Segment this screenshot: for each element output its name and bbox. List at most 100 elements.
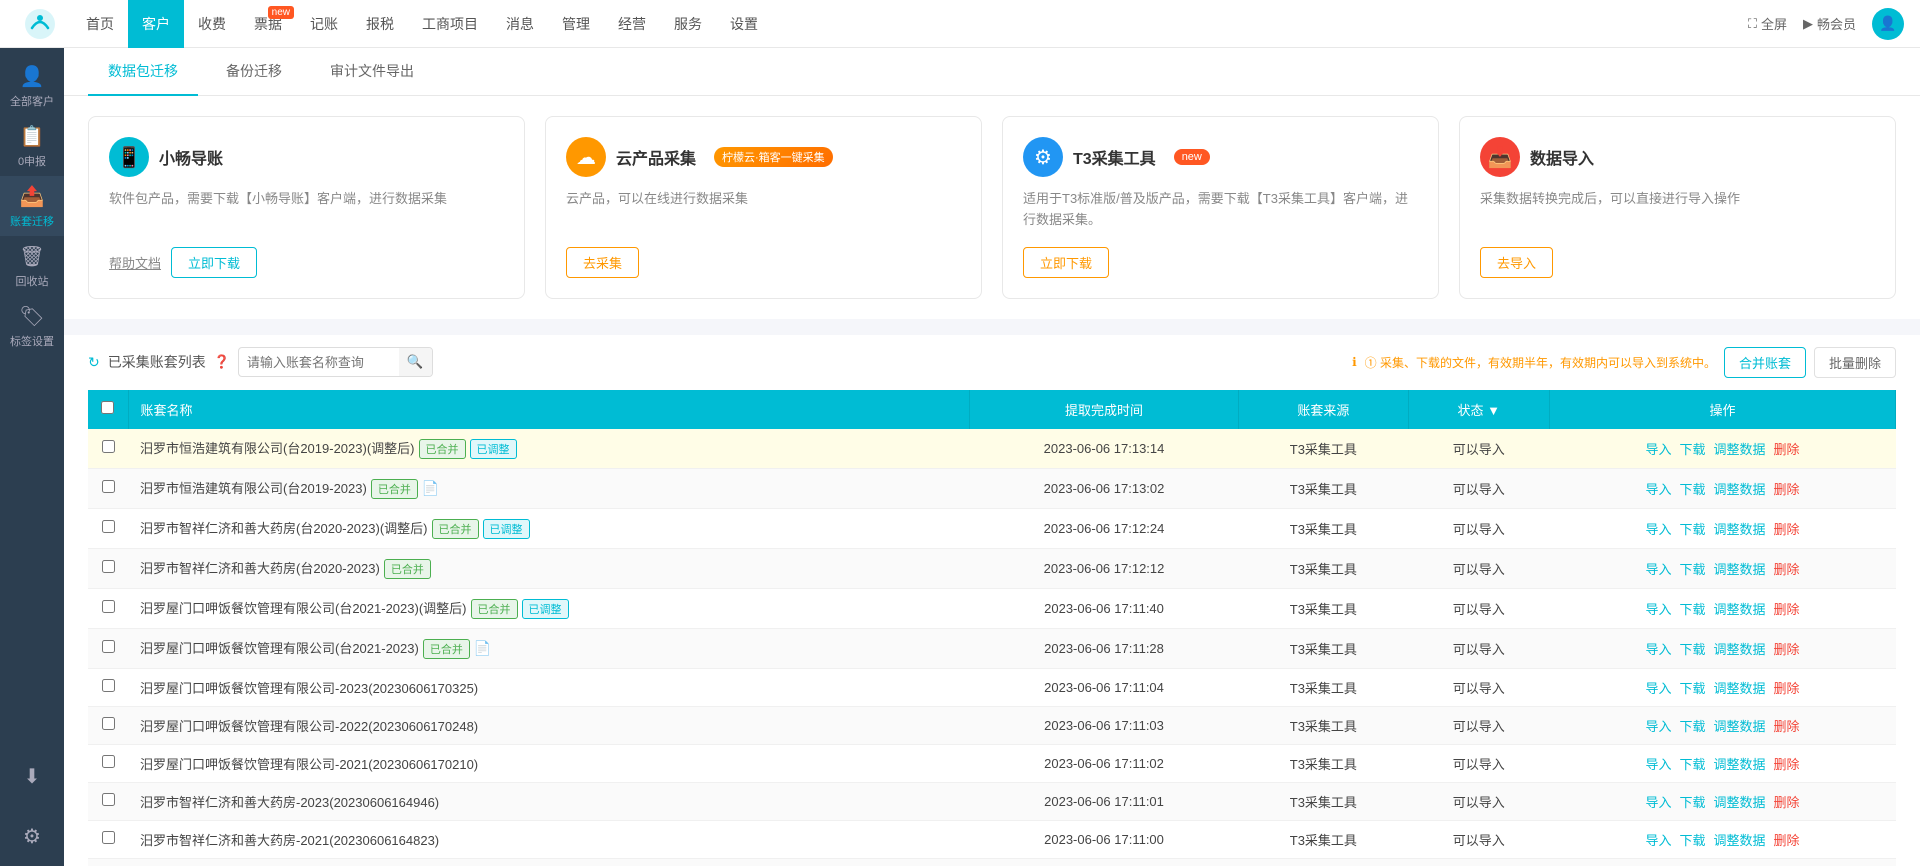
refresh-icon[interactable]: ↻ [88,354,100,371]
action-删除[interactable]: 删除 [1773,833,1799,848]
action-调整数据[interactable]: 调整数据 [1713,757,1765,772]
select-all-checkbox[interactable] [101,401,114,414]
row-badge: 已调整 [470,439,517,459]
tab-data-migrate[interactable]: 数据包迁移 [88,48,198,96]
action-删除[interactable]: 删除 [1773,522,1799,537]
action-调整数据[interactable]: 调整数据 [1713,522,1765,537]
row-checkbox[interactable] [102,717,115,730]
action-调整数据[interactable]: 调整数据 [1713,602,1765,617]
help-doc-link[interactable]: 帮助文档 [109,253,161,272]
nav-invoice[interactable]: 票据 new [240,0,296,48]
row-checkbox[interactable] [102,520,115,533]
action-调整数据[interactable]: 调整数据 [1713,795,1765,810]
fullscreen-btn[interactable]: ⛶ 全屏 [1748,14,1787,33]
action-调整数据[interactable]: 调整数据 [1713,442,1765,457]
action-删除[interactable]: 删除 [1773,442,1799,457]
nav-service[interactable]: 服务 [660,0,716,48]
action-导入[interactable]: 导入 [1645,642,1671,657]
row-time: 2023-06-06 17:12:12 [969,548,1238,588]
sidebar-item-all-customers[interactable]: 👤 全部客户 [0,56,64,116]
action-导入[interactable]: 导入 [1645,562,1671,577]
action-导入[interactable]: 导入 [1645,602,1671,617]
nav-business[interactable]: 工商项目 [408,0,492,48]
action-调整数据[interactable]: 调整数据 [1713,482,1765,497]
action-删除[interactable]: 删除 [1773,719,1799,734]
cards-section: 📱 小畅导账 软件包产品，需要下载【小畅导账】客户端，进行数据采集 帮助文档 立… [64,96,1920,319]
action-下载[interactable]: 下载 [1679,833,1705,848]
action-下载[interactable]: 下载 [1679,757,1705,772]
action-下载[interactable]: 下载 [1679,522,1705,537]
action-导入[interactable]: 导入 [1645,522,1671,537]
action-导入[interactable]: 导入 [1645,442,1671,457]
row-checkbox[interactable] [102,640,115,653]
nav-operation[interactable]: 经营 [604,0,660,48]
action-删除[interactable]: 删除 [1773,757,1799,772]
action-下载[interactable]: 下载 [1679,442,1705,457]
nav-customer[interactable]: 客户 [128,0,184,48]
batch-delete-btn[interactable]: 批量删除 [1814,347,1896,378]
account-migrate-icon: 📤 [20,184,45,209]
tab-audit-export[interactable]: 审计文件导出 [310,48,434,96]
action-调整数据[interactable]: 调整数据 [1713,833,1765,848]
action-删除[interactable]: 删除 [1773,562,1799,577]
row-checkbox[interactable] [102,600,115,613]
sidebar-item-recycle[interactable]: 🗑 回收站 [0,236,64,296]
list-header-left: ↻ 已采集账套列表 ❓ 🔍 [88,347,433,377]
action-下载[interactable]: 下载 [1679,681,1705,696]
action-删除[interactable]: 删除 [1773,482,1799,497]
collect-btn-yunproduct[interactable]: 去采集 [566,247,639,278]
avatar[interactable]: 👤 [1872,8,1904,40]
action-调整数据[interactable]: 调整数据 [1713,719,1765,734]
row-checkbox[interactable] [102,560,115,573]
action-调整数据[interactable]: 调整数据 [1713,681,1765,696]
action-导入[interactable]: 导入 [1645,681,1671,696]
tab-backup-migrate[interactable]: 备份迁移 [206,48,302,96]
action-导入[interactable]: 导入 [1645,757,1671,772]
action-调整数据[interactable]: 调整数据 [1713,562,1765,577]
action-下载[interactable]: 下载 [1679,602,1705,617]
row-checkbox[interactable] [102,831,115,844]
row-checkbox[interactable] [102,480,115,493]
action-下载[interactable]: 下载 [1679,719,1705,734]
row-checkbox-cell [88,668,128,706]
sidebar-item-zero-report[interactable]: 📋 0申报 [0,116,64,176]
row-checkbox-cell [88,429,128,469]
action-导入[interactable]: 导入 [1645,719,1671,734]
row-checkbox[interactable] [102,755,115,768]
nav-manage[interactable]: 管理 [548,0,604,48]
search-input[interactable] [239,355,399,370]
member-btn[interactable]: ▶ 畅会员 [1803,14,1856,33]
action-删除[interactable]: 删除 [1773,642,1799,657]
action-下载[interactable]: 下载 [1679,795,1705,810]
nav-home[interactable]: 首页 [72,0,128,48]
sidebar-item-download[interactable]: ⬇ [0,746,64,806]
sidebar-item-account-migrate[interactable]: 📤 账套迁移 [0,176,64,236]
nav-settings[interactable]: 设置 [716,0,772,48]
sidebar-item-settings[interactable]: ⚙ [0,806,64,866]
search-button[interactable]: 🔍 [399,347,432,377]
action-导入[interactable]: 导入 [1645,795,1671,810]
action-删除[interactable]: 删除 [1773,795,1799,810]
download-btn-xiaochangzhang[interactable]: 立即下载 [171,247,257,278]
nav-message[interactable]: 消息 [492,0,548,48]
action-调整数据[interactable]: 调整数据 [1713,642,1765,657]
row-name: 汨罗屋门口呷饭餐饮管理有限公司-2021(20230606170210) [128,744,969,782]
row-checkbox[interactable] [102,793,115,806]
import-btn-dataimport[interactable]: 去导入 [1480,247,1553,278]
nav-fee[interactable]: 收费 [184,0,240,48]
sidebar-item-tag-settings[interactable]: 🏷 标签设置 [0,296,64,356]
action-删除[interactable]: 删除 [1773,681,1799,696]
action-导入[interactable]: 导入 [1645,833,1671,848]
action-下载[interactable]: 下载 [1679,562,1705,577]
nav-bookkeeping[interactable]: 记账 [296,0,352,48]
nav-tax[interactable]: 报税 [352,0,408,48]
merge-btn[interactable]: 合并账套 [1724,347,1806,378]
action-删除[interactable]: 删除 [1773,602,1799,617]
action-下载[interactable]: 下载 [1679,482,1705,497]
action-下载[interactable]: 下载 [1679,642,1705,657]
row-checkbox[interactable] [102,440,115,453]
download-btn-t3tool[interactable]: 立即下载 [1023,247,1109,278]
action-导入[interactable]: 导入 [1645,482,1671,497]
row-checkbox[interactable] [102,679,115,692]
th-status[interactable]: 状态 ▼ [1408,390,1549,429]
